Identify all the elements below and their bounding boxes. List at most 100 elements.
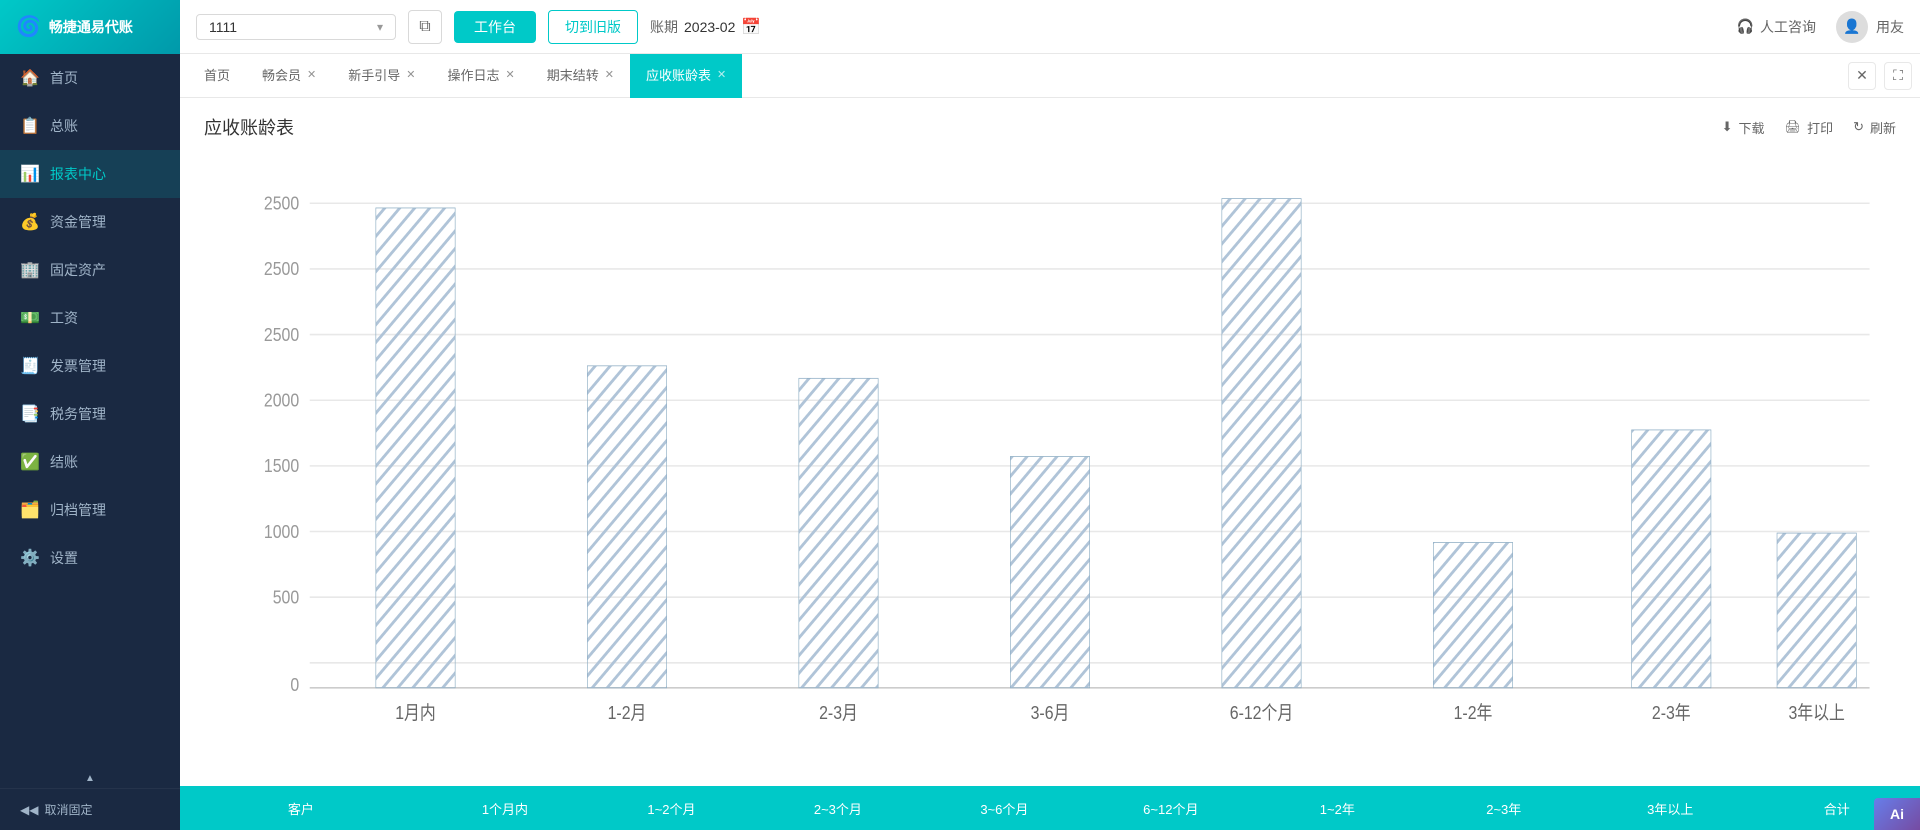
chevron-down-icon: ▾ <box>377 20 383 34</box>
svg-text:2-3年: 2-3年 <box>1652 702 1691 724</box>
sidebar-item-label: 报表中心 <box>50 164 106 184</box>
tab-label: 畅会员 <box>262 65 301 84</box>
sidebar: 🏠 首页 📋 总账 📊 报表中心 💰 资金管理 🏢 固定资产 💵 工资 🧾 发票… <box>0 54 180 830</box>
sidebar-item-archive[interactable]: 🗂️ 归档管理 <box>0 486 180 534</box>
refresh-label: 刷新 <box>1870 118 1896 137</box>
sidebar-item-ledger[interactable]: 📋 总账 <box>0 102 180 150</box>
ledger-icon: 📋 <box>20 116 40 136</box>
salary-icon: 💵 <box>20 308 40 328</box>
tab-close-icon[interactable]: ✕ <box>307 68 316 81</box>
table-header-2: 1~2个月 <box>588 799 754 818</box>
sidebar-item-funds[interactable]: 💰 资金管理 <box>0 198 180 246</box>
invoice-icon: 🧾 <box>20 356 40 376</box>
tab-应收账龄表[interactable]: 应收账龄表 ✕ <box>630 54 742 98</box>
user-icon: 👤 <box>1843 18 1860 35</box>
tab-label: 操作日志 <box>447 65 499 84</box>
tab-期末结转[interactable]: 期末结转✕ <box>531 54 630 98</box>
settings-icon: ⚙️ <box>20 548 40 568</box>
tab-close-icon[interactable]: ✕ <box>717 68 726 81</box>
tab-label: 新手引导 <box>348 65 400 84</box>
workbench-button[interactable]: 工作台 <box>454 11 536 43</box>
scroll-indicator: ▲ <box>85 773 95 784</box>
company-selector[interactable]: 1111 ▾ <box>196 14 396 40</box>
funds-icon: 💰 <box>20 212 40 232</box>
sidebar-item-tax[interactable]: 📑 税务管理 <box>0 390 180 438</box>
svg-text:3年以上: 3年以上 <box>1789 702 1845 724</box>
svg-text:2500: 2500 <box>264 258 299 280</box>
table-header-5: 6~12个月 <box>1088 799 1254 818</box>
archive-icon: 🗂️ <box>20 500 40 520</box>
table-header-0: 客户 <box>180 799 422 818</box>
page-title: 应收账龄表 <box>204 114 294 140</box>
table-header: 客户1个月内1~2个月2~3个月3~6个月6~12个月1~2年2~3年3年以上合… <box>180 786 1920 830</box>
print-label: 打印 <box>1807 118 1833 137</box>
sidebar-item-label: 发票管理 <box>50 356 106 376</box>
tab-畅会员[interactable]: 畅会员 ✕ <box>246 54 332 98</box>
copy-icon: ⧉ <box>419 18 430 36</box>
period-area: 账期 2023-02 📅 <box>650 17 761 37</box>
assets-icon: 🏢 <box>20 260 40 280</box>
tab-操作日志[interactable]: 操作日志 ✕ <box>431 54 530 98</box>
svg-text:1-2月: 1-2月 <box>608 702 647 724</box>
sidebar-item-label: 工资 <box>50 308 78 328</box>
sidebar-item-label: 资金管理 <box>50 212 106 232</box>
svg-text:1月内: 1月内 <box>395 702 436 724</box>
tab-close-icon[interactable]: ✕ <box>605 68 614 81</box>
tab-close-icon[interactable]: ✕ <box>506 68 515 81</box>
sidebar-item-settings[interactable]: ⚙️ 设置 <box>0 534 180 582</box>
calendar-icon[interactable]: 📅 <box>741 17 761 37</box>
user-area[interactable]: 👤 用友 <box>1836 11 1904 43</box>
download-button[interactable]: ⬇ 下载 <box>1722 118 1765 137</box>
copy-button[interactable]: ⧉ <box>408 10 442 44</box>
sidebar-item-home[interactable]: 🏠 首页 <box>0 54 180 102</box>
logo: 🌀 畅捷通易代账 <box>0 0 180 54</box>
avatar: 👤 <box>1836 11 1868 43</box>
page-header: 应收账龄表 ⬇ 下载 🖨 打印 ↻ 刷新 <box>180 98 1920 152</box>
table-header-6: 1~2年 <box>1254 799 1420 818</box>
tab-label: 应收账龄表 <box>646 65 711 84</box>
logo-icon: 🌀 <box>16 14 41 39</box>
tab-label: 首页 <box>204 65 230 84</box>
sidebar-item-label: 固定资产 <box>50 260 106 280</box>
sidebar-item-reports[interactable]: 📊 报表中心 <box>0 150 180 198</box>
svg-text:1-2年: 1-2年 <box>1454 702 1493 724</box>
close-tab-button[interactable]: ✕ <box>1848 62 1876 90</box>
sidebar-item-label: 税务管理 <box>50 404 106 424</box>
switch-version-button[interactable]: 切到旧版 <box>548 10 638 44</box>
download-icon: ⬇ <box>1722 119 1733 135</box>
maximize-button[interactable]: ⛶ <box>1884 62 1912 90</box>
pin-icon: ◀◀ <box>20 803 38 817</box>
company-name: 1111 <box>209 19 371 35</box>
sidebar-item-assets[interactable]: 🏢 固定资产 <box>0 246 180 294</box>
table-header-7: 2~3年 <box>1421 799 1587 818</box>
download-label: 下载 <box>1739 118 1765 137</box>
tab-首页[interactable]: 首页 <box>188 54 246 98</box>
svg-text:2500: 2500 <box>264 324 299 346</box>
table-header-1: 1个月内 <box>422 799 588 818</box>
refresh-icon: ↻ <box>1853 119 1864 135</box>
svg-text:2000: 2000 <box>264 389 299 411</box>
svg-text:6-12个月: 6-12个月 <box>1230 702 1293 724</box>
logo-text: 畅捷通易代账 <box>49 17 133 37</box>
svg-text:0: 0 <box>290 674 299 696</box>
sidebar-item-checkout[interactable]: ✅ 结账 <box>0 438 180 486</box>
ai-badge[interactable]: Ai <box>1874 798 1920 830</box>
sidebar-item-label: 结账 <box>50 452 78 472</box>
sidebar-item-label: 总账 <box>50 116 78 136</box>
cancel-pin-button[interactable]: ◀◀ 取消固定 <box>0 788 180 830</box>
print-button[interactable]: 🖨 打印 <box>1785 118 1834 137</box>
reports-icon: 📊 <box>20 164 40 184</box>
headset-icon: 🎧 <box>1737 18 1754 35</box>
service-button[interactable]: 🎧 人工咨询 <box>1737 17 1816 37</box>
table-header-8: 3年以上 <box>1587 799 1753 818</box>
svg-text:2-3月: 2-3月 <box>819 702 858 724</box>
tab-close-icon[interactable]: ✕ <box>406 68 415 81</box>
tab-新手引导[interactable]: 新手引导 ✕ <box>332 54 431 98</box>
chart-area: 2500 2500 2500 2000 1500 1000 500 0 <box>180 152 1920 786</box>
refresh-button[interactable]: ↻ 刷新 <box>1853 118 1896 137</box>
sidebar-item-label: 首页 <box>50 68 78 88</box>
sidebar-item-salary[interactable]: 💵 工资 <box>0 294 180 342</box>
sidebar-item-invoice[interactable]: 🧾 发票管理 <box>0 342 180 390</box>
sidebar-item-label: 归档管理 <box>50 500 106 520</box>
user-label: 用友 <box>1876 17 1904 37</box>
